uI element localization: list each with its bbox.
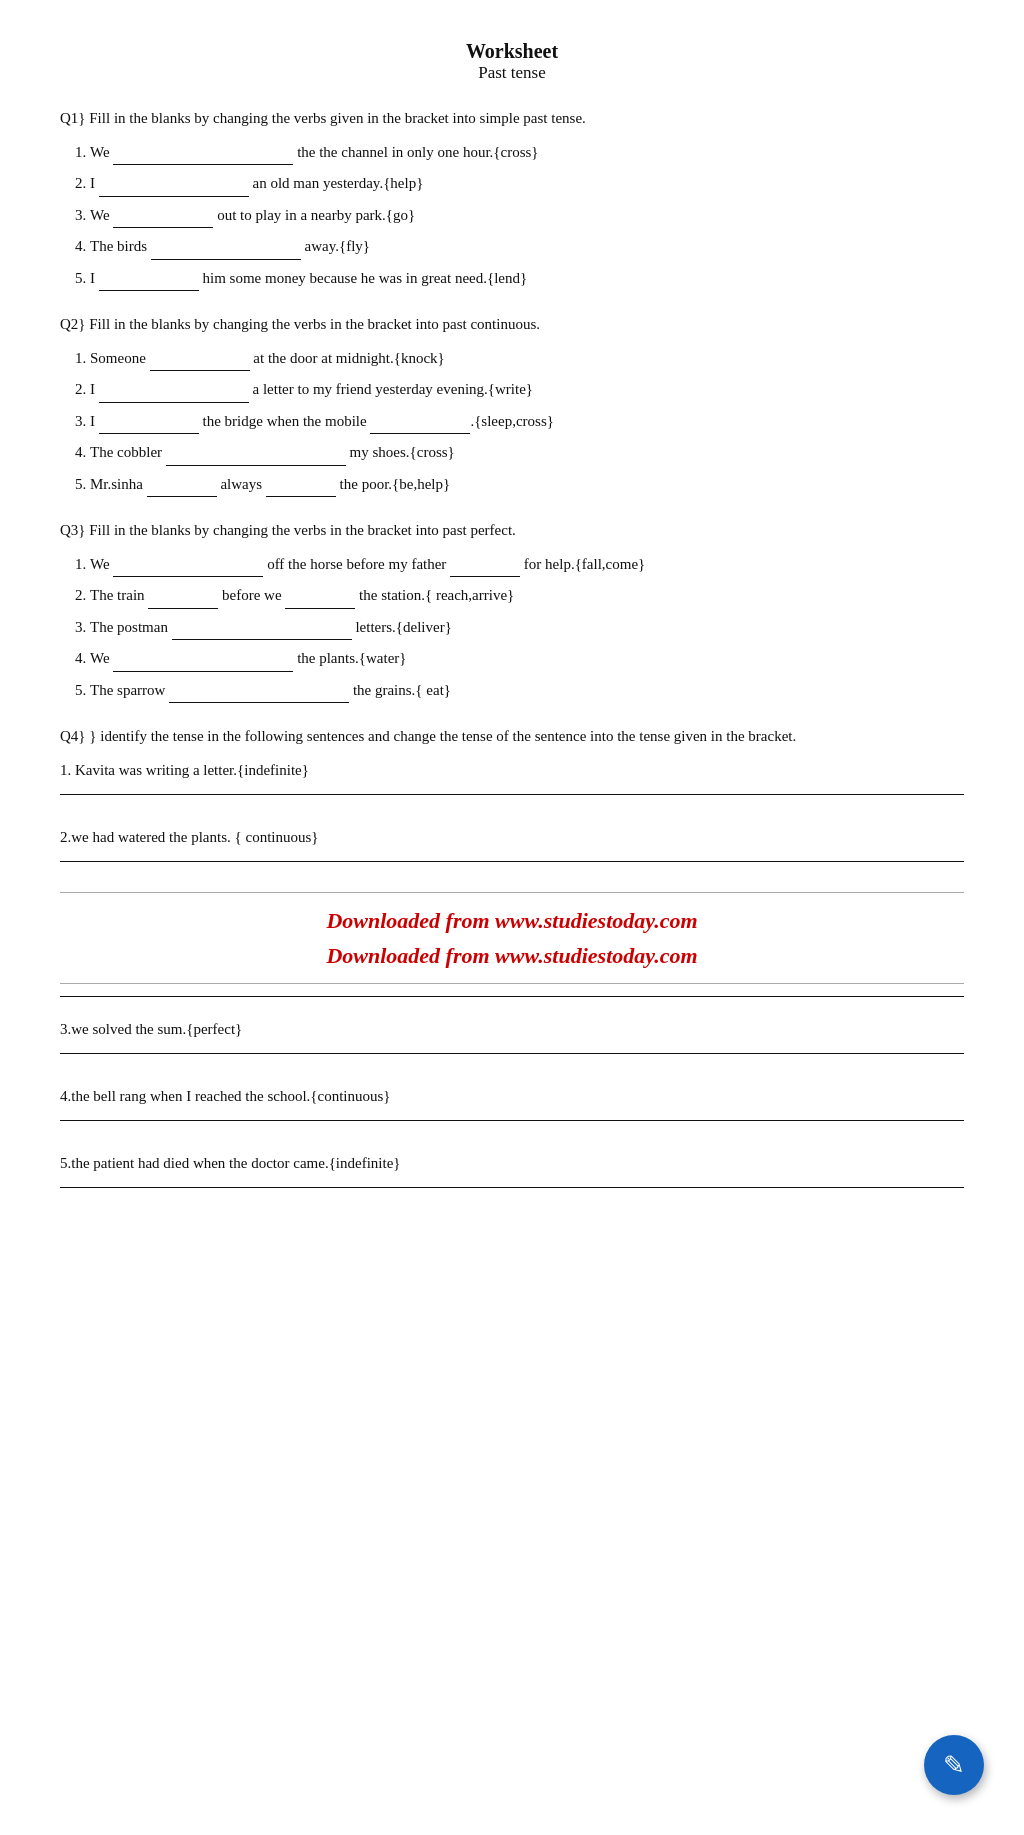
answer-item-text: 4.the bell rang when I reached the schoo… [60,1084,964,1108]
answer-item-1: 1. Kavita was writing a letter.{indefini… [60,758,964,795]
question-3-label: Q3} Fill in the blanks by changing the v… [60,519,964,542]
answer-item-text: 2.we had watered the plants. { continuou… [60,825,964,849]
question-1-label: Q1} Fill in the blanks by changing the v… [60,107,964,130]
blank [99,416,199,434]
answer-line [60,1053,964,1054]
blank [147,479,217,497]
question-1-list: We the the channel in only one hour.{cro… [90,140,964,292]
answer-item-3: 3.we solved the sum.{perfect} [60,1017,964,1054]
list-item: I a letter to my friend yesterday evenin… [90,377,964,403]
blank [113,147,293,165]
page-subtitle: Past tense [60,63,964,83]
blank [99,273,199,291]
list-item: We off the horse before my father for he… [90,552,964,578]
answer-section: 1. Kavita was writing a letter.{indefini… [60,758,964,1188]
blank [150,353,250,371]
blank [266,479,336,497]
answer-item-text: 1. Kavita was writing a letter.{indefini… [60,758,964,782]
answer-item-text: 5.the patient had died when the doctor c… [60,1151,964,1175]
blank [166,448,346,466]
question-2-list: Someone at the door at midnight.{knock} … [90,346,964,498]
question-2-label: Q2} Fill in the blanks by changing the v… [60,313,964,336]
list-item: The train before we the station.{ reach,… [90,583,964,609]
blank [113,654,293,672]
blank [99,179,249,197]
blank [113,559,263,577]
list-item: The birds away.{fly} [90,234,964,260]
answer-item-4: 4.the bell rang when I reached the schoo… [60,1084,964,1121]
watermark-section: Downloaded from www.studiestoday.com Dow… [60,892,964,984]
list-item: We out to play in a nearby park.{go} [90,203,964,229]
answer-line [60,1120,964,1121]
answer-line [60,861,964,862]
blank [113,210,213,228]
answer-item-2: 2.we had watered the plants. { continuou… [60,825,964,862]
list-item: We the the channel in only one hour.{cro… [90,140,964,166]
watermark-line-1: Downloaded from www.studiestoday.com [60,903,964,938]
list-item: I the bridge when the mobile .{sleep,cro… [90,409,964,435]
blank [285,591,355,609]
list-item: The sparrow the grains.{ eat} [90,678,964,704]
list-item: The cobbler my shoes.{cross} [90,440,964,466]
blank [450,559,520,577]
page-title: Worksheet [60,40,964,63]
blank [148,591,218,609]
question-1-block: Q1} Fill in the blanks by changing the v… [60,107,964,291]
blank [99,385,249,403]
list-item: I an old man yesterday.{help} [90,171,964,197]
blank [169,685,349,703]
watermark-line-2: Downloaded from www.studiestoday.com [60,938,964,973]
list-item: Mr.sinha always the poor.{be,help} [90,472,964,498]
question-3-block: Q3} Fill in the blanks by changing the v… [60,519,964,703]
question-3-list: We off the horse before my father for he… [90,552,964,704]
question-2-block: Q2} Fill in the blanks by changing the v… [60,313,964,497]
page-header: Worksheet Past tense [60,40,964,83]
answer-line [60,996,964,997]
list-item: Someone at the door at midnight.{knock} [90,346,964,372]
fab-edit-button[interactable]: ✎ [924,1735,984,1795]
question-4-label: Q4} } identify the tense in the followin… [60,725,964,748]
list-item: I him some money because he was in great… [90,266,964,292]
answer-item-5: 5.the patient had died when the doctor c… [60,1151,964,1188]
answer-line [60,1187,964,1188]
list-item: The postman letters.{deliver} [90,615,964,641]
blank [151,242,301,260]
answer-item-text: 3.we solved the sum.{perfect} [60,1017,964,1041]
blank [172,622,352,640]
question-4-block: Q4} } identify the tense in the followin… [60,725,964,1188]
edit-icon: ✎ [943,1750,965,1781]
blank [370,416,470,434]
answer-line [60,794,964,795]
list-item: We the plants.{water} [90,646,964,672]
